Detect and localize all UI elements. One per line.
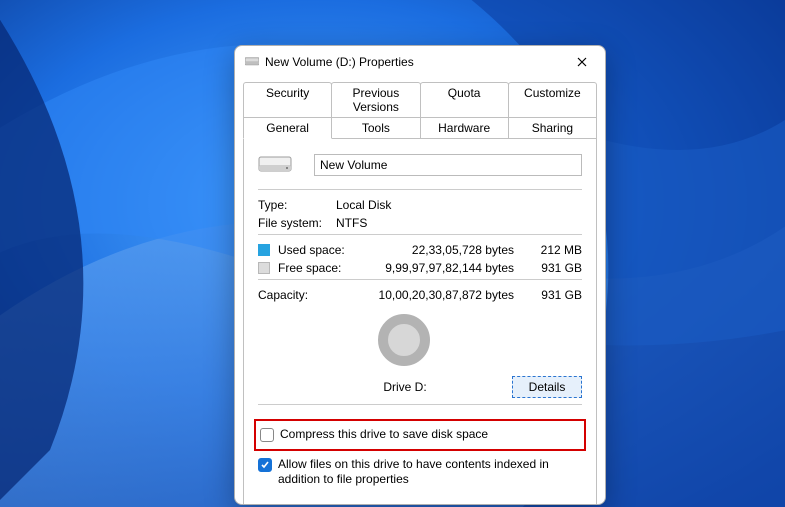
window-title: New Volume (D:) Properties	[265, 55, 567, 69]
checkbox-checked-icon	[258, 458, 272, 472]
volume-name-input[interactable]	[314, 154, 582, 176]
drive-large-icon	[258, 153, 292, 177]
divider	[258, 234, 582, 235]
used-space-swatch	[258, 244, 270, 256]
tab-quota[interactable]: Quota	[420, 82, 509, 117]
properties-dialog: New Volume (D:) Properties Security Prev…	[234, 45, 606, 505]
tab-hardware[interactable]: Hardware	[420, 117, 509, 139]
filesystem-label: File system:	[258, 216, 336, 230]
tab-tools[interactable]: Tools	[331, 117, 420, 139]
close-button[interactable]	[567, 51, 597, 73]
capacity-size: 931 GB	[532, 288, 582, 302]
drive-label: Drive D:	[298, 380, 512, 394]
filesystem-value: NTFS	[336, 216, 367, 230]
capacity-label: Capacity:	[258, 288, 358, 302]
free-space-swatch	[258, 262, 270, 274]
tabs: Security Previous Versions Quota Customi…	[243, 82, 597, 139]
index-label: Allow files on this drive to have conten…	[278, 457, 582, 488]
used-space-label: Used space:	[278, 243, 358, 257]
compress-label: Compress this drive to save disk space	[280, 427, 488, 443]
divider	[258, 404, 582, 405]
titlebar: New Volume (D:) Properties	[235, 46, 605, 74]
checkbox-unchecked-icon	[260, 428, 274, 442]
tab-general[interactable]: General	[243, 117, 332, 139]
tab-security[interactable]: Security	[243, 82, 332, 117]
used-space-bytes: 22,33,05,728 bytes	[358, 243, 532, 257]
index-checkbox-row[interactable]: Allow files on this drive to have conten…	[258, 457, 582, 488]
compress-checkbox-row[interactable]: Compress this drive to save disk space	[260, 427, 578, 443]
free-space-bytes: 9,99,97,97,82,144 bytes	[358, 261, 532, 275]
compress-checkbox[interactable]	[260, 428, 274, 442]
usage-pie-chart	[378, 314, 430, 366]
free-space-size: 931 GB	[532, 261, 582, 275]
divider	[258, 279, 582, 280]
type-label: Type:	[258, 198, 336, 212]
divider	[258, 189, 582, 190]
index-checkbox[interactable]	[258, 458, 272, 472]
close-icon	[577, 57, 587, 67]
tab-previous-versions[interactable]: Previous Versions	[331, 82, 420, 117]
capacity-bytes: 10,00,20,30,87,872 bytes	[358, 288, 532, 302]
tab-sharing[interactable]: Sharing	[508, 117, 597, 139]
type-value: Local Disk	[336, 198, 391, 212]
used-space-size: 212 MB	[532, 243, 582, 257]
free-space-label: Free space:	[278, 261, 358, 275]
details-button[interactable]: Details	[512, 376, 582, 398]
tab-customize[interactable]: Customize	[508, 82, 597, 117]
drive-icon	[245, 55, 259, 69]
tab-content-general: Type: Local Disk File system: NTFS Used …	[243, 138, 597, 505]
highlight-annotation: Compress this drive to save disk space	[254, 419, 586, 451]
